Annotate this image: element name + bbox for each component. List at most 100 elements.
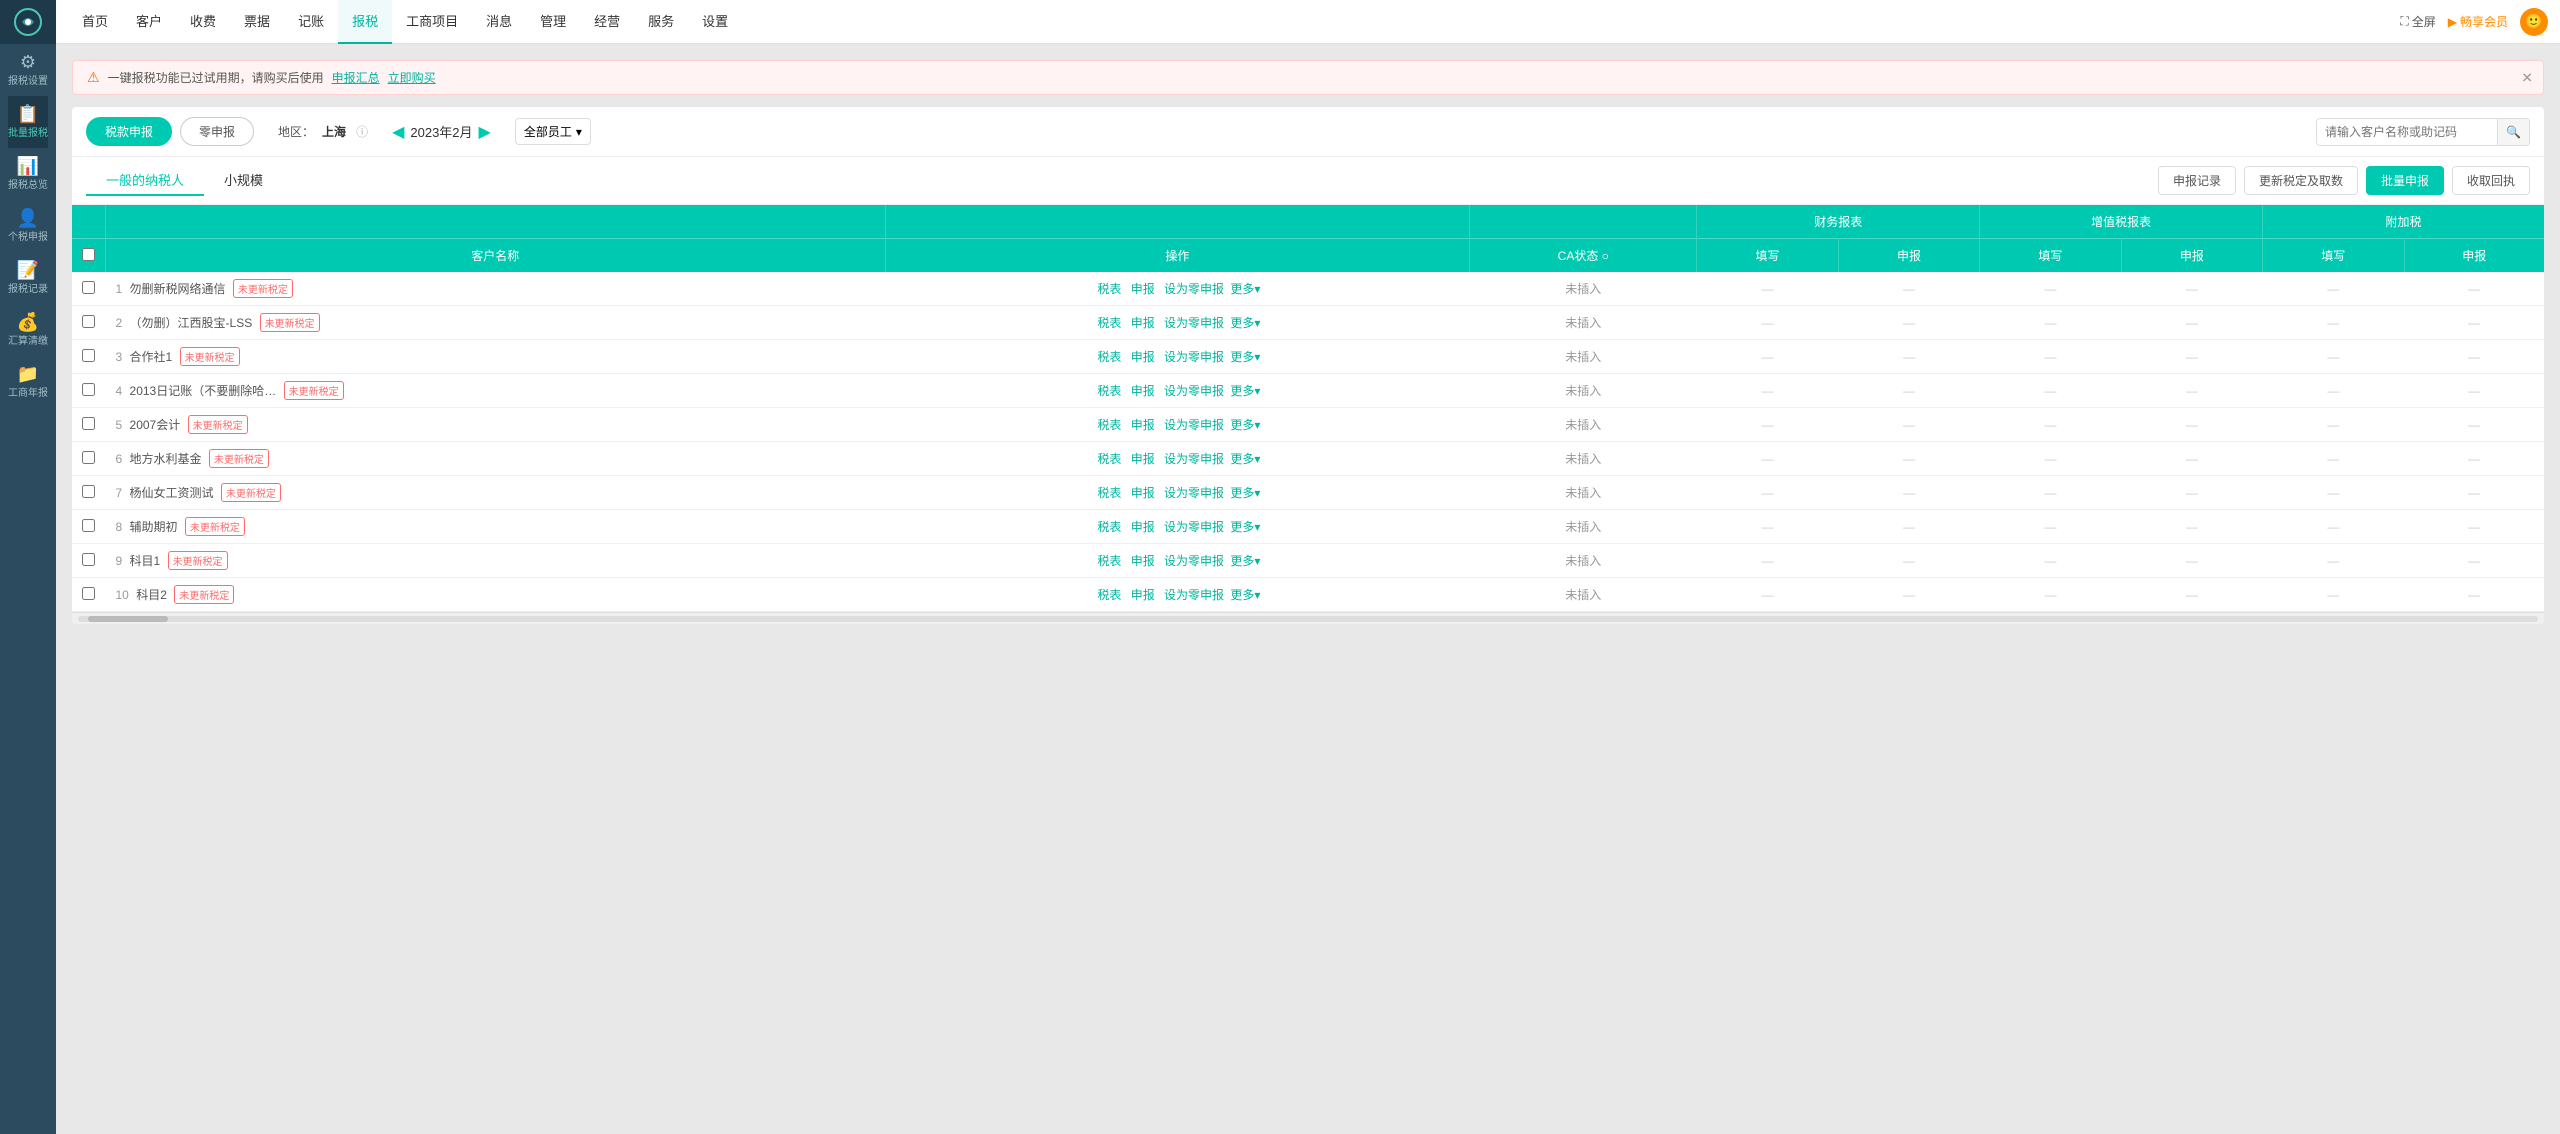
row-zero-link-2[interactable]: 设为零申报 xyxy=(1164,350,1224,364)
action-btn-1[interactable]: 更新税定及取数 xyxy=(2244,166,2358,195)
row-add-fill-0: — xyxy=(2263,272,2404,306)
nav-item-记账[interactable]: 记账 xyxy=(284,0,338,44)
row-zero-link-8[interactable]: 设为零申报 xyxy=(1164,554,1224,568)
row-zero-link-4[interactable]: 设为零申报 xyxy=(1164,418,1224,432)
row-name-2: 3 合作社1 未更新税定 xyxy=(106,340,886,374)
nav-item-管理[interactable]: 管理 xyxy=(526,0,580,44)
select-all-checkbox[interactable] xyxy=(82,248,95,261)
row-checkbox-4[interactable] xyxy=(72,408,106,442)
row-checkbox-9[interactable] xyxy=(72,578,106,612)
row-zero-link-6[interactable]: 设为零申报 xyxy=(1164,486,1224,500)
row-fin-report-3: — xyxy=(1838,374,1979,408)
nav-item-收费[interactable]: 收费 xyxy=(176,0,230,44)
nav-item-首页[interactable]: 首页 xyxy=(68,0,122,44)
row-checkbox-1[interactable] xyxy=(72,306,106,340)
info-icon[interactable]: ⓘ xyxy=(356,123,368,140)
row-more-link-5[interactable]: 更多▾ xyxy=(1230,452,1260,466)
row-name-8: 9 科目1 未更新税定 xyxy=(106,544,886,578)
scroll-track[interactable] xyxy=(78,616,2538,622)
sub-tab-0[interactable]: 一般的纳税人 xyxy=(86,165,204,196)
nav-item-票据[interactable]: 票据 xyxy=(230,0,284,44)
prev-month-button[interactable]: ◀ xyxy=(392,122,404,142)
row-zero-link-5[interactable]: 设为零申报 xyxy=(1164,452,1224,466)
action-btn-3[interactable]: 收取回执 xyxy=(2452,166,2530,195)
row-more-link-9[interactable]: 更多▾ xyxy=(1230,588,1260,602)
search-input[interactable] xyxy=(2317,125,2497,139)
sidebar-item-报税总览[interactable]: 📊报税总览 xyxy=(8,148,48,200)
row-tax-link-7[interactable]: 税表 xyxy=(1097,520,1121,534)
row-more-link-1[interactable]: 更多▾ xyxy=(1230,316,1260,330)
row-zero-link-9[interactable]: 设为零申报 xyxy=(1164,588,1224,602)
row-report-link-4[interactable]: 申报 xyxy=(1131,418,1155,432)
sidebar-item-报税记录[interactable]: 📝报税记录 xyxy=(8,252,48,304)
staff-select[interactable]: 全部员工 ▾ xyxy=(515,118,591,145)
row-tax-link-6[interactable]: 税表 xyxy=(1097,486,1121,500)
row-more-link-7[interactable]: 更多▾ xyxy=(1230,520,1260,534)
row-more-link-8[interactable]: 更多▾ xyxy=(1230,554,1260,568)
row-tax-link-4[interactable]: 税表 xyxy=(1097,418,1121,432)
nav-item-报税[interactable]: 报税 xyxy=(338,0,392,44)
row-checkbox-8[interactable] xyxy=(72,544,106,578)
row-checkbox-6[interactable] xyxy=(72,476,106,510)
row-more-link-0[interactable]: 更多▾ xyxy=(1230,282,1260,296)
sidebar-item-个税申报[interactable]: 👤个税申报 xyxy=(8,200,48,252)
scroll-thumb[interactable] xyxy=(88,616,168,622)
row-checkbox-2[interactable] xyxy=(72,340,106,374)
nav-item-服务[interactable]: 服务 xyxy=(634,0,688,44)
row-zero-link-1[interactable]: 设为零申报 xyxy=(1164,316,1224,330)
row-tax-link-9[interactable]: 税表 xyxy=(1097,588,1121,602)
row-checkbox-5[interactable] xyxy=(72,442,106,476)
avatar[interactable]: 🙂 xyxy=(2520,8,2548,36)
logo[interactable] xyxy=(0,0,56,44)
sidebar-item-报税设置[interactable]: ⚙报税设置 xyxy=(8,44,48,96)
sidebar-item-批量报税[interactable]: 📋批量报税 xyxy=(8,96,48,148)
action-btn-0[interactable]: 申报记录 xyxy=(2158,166,2236,195)
search-button[interactable]: 🔍 xyxy=(2497,119,2529,145)
sub-tab-1[interactable]: 小规模 xyxy=(204,165,283,196)
row-tax-link-8[interactable]: 税表 xyxy=(1097,554,1121,568)
sidebar-icon-2: 📊 xyxy=(17,156,39,177)
sidebar-item-汇算清缴[interactable]: 💰汇算清缴 xyxy=(8,304,48,356)
row-checkbox-3[interactable] xyxy=(72,374,106,408)
row-zero-link-7[interactable]: 设为零申报 xyxy=(1164,520,1224,534)
row-more-link-6[interactable]: 更多▾ xyxy=(1230,486,1260,500)
sidebar-item-工商年报[interactable]: 📁工商年报 xyxy=(8,356,48,408)
next-month-button[interactable]: ▶ xyxy=(479,122,491,142)
banner-link-summary[interactable]: 申报汇总 xyxy=(332,69,380,86)
row-report-link-2[interactable]: 申报 xyxy=(1131,350,1155,364)
upgrade-button[interactable]: ▶ 畅享会员 xyxy=(2448,13,2508,30)
nav-item-消息[interactable]: 消息 xyxy=(472,0,526,44)
fullscreen-button[interactable]: ⛶ 全屏 xyxy=(2400,13,2435,30)
row-tax-link-2[interactable]: 税表 xyxy=(1097,350,1121,364)
row-zero-link-3[interactable]: 设为零申报 xyxy=(1164,384,1224,398)
main-tab-1[interactable]: 零申报 xyxy=(180,117,254,146)
row-checkbox-0[interactable] xyxy=(72,272,106,306)
row-report-link-8[interactable]: 申报 xyxy=(1131,554,1155,568)
main-tab-0[interactable]: 税款申报 xyxy=(86,117,172,146)
row-report-link-7[interactable]: 申报 xyxy=(1131,520,1155,534)
nav-item-经营[interactable]: 经营 xyxy=(580,0,634,44)
banner-close-button[interactable]: ✕ xyxy=(2521,69,2533,86)
action-btn-2[interactable]: 批量申报 xyxy=(2366,166,2444,195)
nav-item-设置[interactable]: 设置 xyxy=(688,0,742,44)
nav-item-工商项目[interactable]: 工商项目 xyxy=(392,0,472,44)
row-zero-link-0[interactable]: 设为零申报 xyxy=(1164,282,1224,296)
row-report-link-0[interactable]: 申报 xyxy=(1131,282,1155,296)
row-more-link-3[interactable]: 更多▾ xyxy=(1230,384,1260,398)
row-report-link-5[interactable]: 申报 xyxy=(1131,452,1155,466)
row-more-link-2[interactable]: 更多▾ xyxy=(1230,350,1260,364)
row-report-link-6[interactable]: 申报 xyxy=(1131,486,1155,500)
row-fin-fill-2: — xyxy=(1697,340,1838,374)
row-report-link-1[interactable]: 申报 xyxy=(1131,316,1155,330)
banner-link-buy[interactable]: 立即购买 xyxy=(388,69,436,86)
row-tax-link-3[interactable]: 税表 xyxy=(1097,384,1121,398)
row-checkbox-7[interactable] xyxy=(72,510,106,544)
nav-item-客户[interactable]: 客户 xyxy=(122,0,176,44)
row-tax-link-0[interactable]: 税表 xyxy=(1097,282,1121,296)
row-report-link-9[interactable]: 申报 xyxy=(1131,588,1155,602)
row-status-tag-5: 未更新税定 xyxy=(209,449,269,468)
row-more-link-4[interactable]: 更多▾ xyxy=(1230,418,1260,432)
row-report-link-3[interactable]: 申报 xyxy=(1131,384,1155,398)
row-tax-link-5[interactable]: 税表 xyxy=(1097,452,1121,466)
row-tax-link-1[interactable]: 税表 xyxy=(1097,316,1121,330)
